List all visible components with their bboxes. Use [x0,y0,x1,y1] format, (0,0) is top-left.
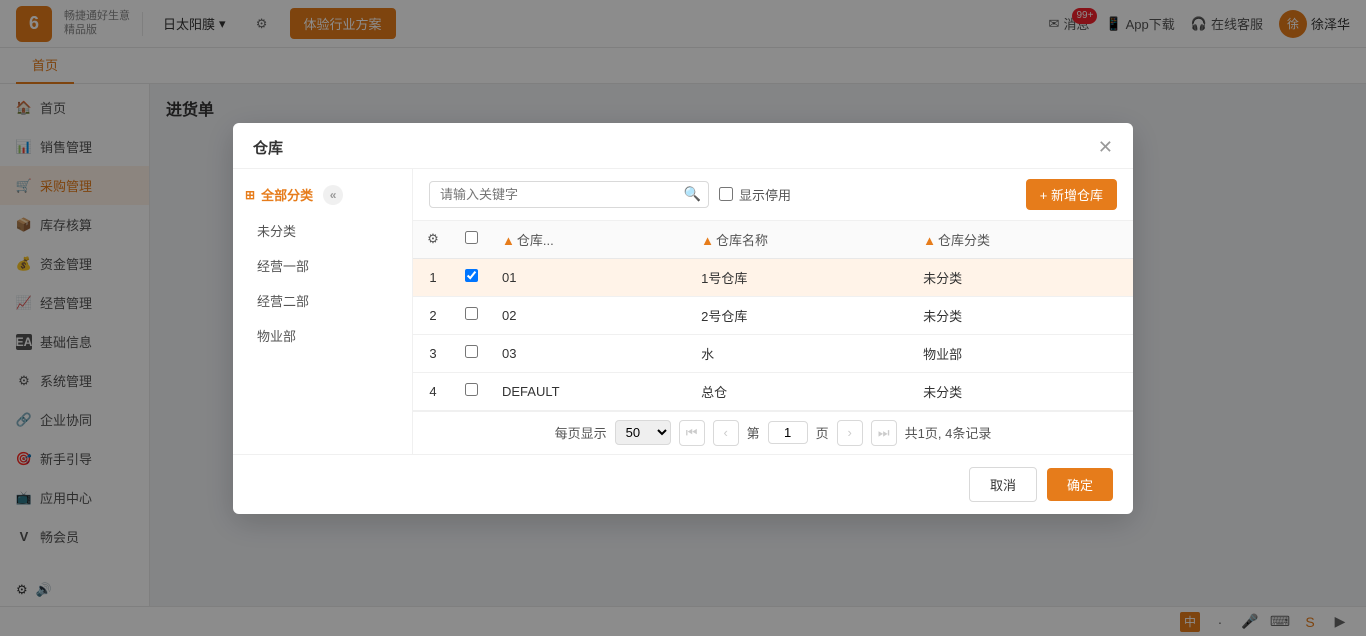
page-number-input[interactable] [768,421,808,444]
table-row[interactable]: 3 03 水 物业部 [413,334,1133,372]
row-checkbox[interactable] [453,372,490,410]
col-header-category: ▲仓库分类 [911,221,1133,259]
prev-page-button[interactable]: ‹ [713,420,739,446]
row-checkbox[interactable] [453,334,490,372]
col-header-no: ▲仓库... [490,221,689,259]
row-index: 2 [413,296,453,334]
row-no: 01 [490,258,689,296]
total-info: 共1页, 4条记录 [905,423,992,442]
row-category: 物业部 [911,334,1133,372]
row-category: 未分类 [911,258,1133,296]
row-category: 未分类 [911,296,1133,334]
row-no: 02 [490,296,689,334]
row-checkbox[interactable] [453,258,490,296]
page-di-label: 第 [747,423,760,442]
row-name: 1号仓库 [689,258,911,296]
category-item-ops1[interactable]: 经营一部 [233,248,412,283]
modal-main-area: 🔍 显示停用 + 新增仓库 ⚙ [413,169,1133,454]
modal-actions: 取消 确定 [233,454,1133,514]
category-item-property[interactable]: 物业部 [233,318,412,353]
warehouse-modal: 仓库 ✕ ⊞ 全部分类 « 未分类 经营一部 经营二部 物业部 [233,123,1133,514]
row-name: 水 [689,334,911,372]
gear-icon: ⚙ [427,231,439,246]
search-icon: 🔍 [684,186,701,203]
search-wrap: 🔍 [429,181,709,208]
warehouse-table: ⚙ ▲仓库... ▲仓库名称 ▲仓库分类 1 01 1号仓库 未分类 2 [413,221,1133,411]
first-page-button[interactable]: ⏮ [679,420,705,446]
per-page-label: 每页显示 [555,423,607,442]
last-page-button[interactable]: ⏭ [871,420,897,446]
row-category: 未分类 [911,372,1133,410]
col-header-checkbox [453,221,490,259]
modal-body: ⊞ 全部分类 « 未分类 经营一部 经营二部 物业部 🔍 [233,169,1133,454]
show-disabled-label[interactable]: 显示停用 [719,185,791,204]
cancel-button[interactable]: 取消 [969,467,1037,502]
col-header-gear: ⚙ [413,221,453,259]
modal-category-sidebar: ⊞ 全部分类 « 未分类 经营一部 经营二部 物业部 [233,169,413,454]
row-index: 3 [413,334,453,372]
col-header-name: ▲仓库名称 [689,221,911,259]
next-page-button[interactable]: › [837,420,863,446]
modal-overlay: 仓库 ✕ ⊞ 全部分类 « 未分类 经营一部 经营二部 物业部 [0,0,1366,636]
grid-icon: ⊞ [245,188,255,202]
table-row[interactable]: 4 DEFAULT 总仓 未分类 [413,372,1133,410]
search-input[interactable] [429,181,709,208]
category-item-uncategorized[interactable]: 未分类 [233,213,412,248]
modal-toolbar: 🔍 显示停用 + 新增仓库 [413,169,1133,221]
row-name: 总仓 [689,372,911,410]
select-all-checkbox[interactable] [465,231,478,244]
collapse-button[interactable]: « [323,185,343,205]
per-page-select[interactable]: 50 10 20 100 [615,420,671,445]
modal-close-button[interactable]: ✕ [1098,138,1113,156]
row-no: DEFAULT [490,372,689,410]
all-categories-header[interactable]: ⊞ 全部分类 « [233,177,412,213]
category-item-ops2[interactable]: 经营二部 [233,283,412,318]
pagination-bar: 每页显示 50 10 20 100 ⏮ ‹ 第 页 › ⏭ 共1页, 4条记录 [413,411,1133,454]
row-index: 4 [413,372,453,410]
modal-header: 仓库 ✕ [233,123,1133,169]
confirm-button[interactable]: 确定 [1047,468,1113,501]
row-name: 2号仓库 [689,296,911,334]
modal-title: 仓库 [253,137,283,158]
row-no: 03 [490,334,689,372]
table-row[interactable]: 2 02 2号仓库 未分类 [413,296,1133,334]
show-disabled-checkbox[interactable] [719,187,733,201]
row-index: 1 [413,258,453,296]
page-label: 页 [816,423,829,442]
row-checkbox[interactable] [453,296,490,334]
table-row[interactable]: 1 01 1号仓库 未分类 [413,258,1133,296]
modal-table-wrap: ⚙ ▲仓库... ▲仓库名称 ▲仓库分类 1 01 1号仓库 未分类 2 [413,221,1133,411]
add-warehouse-button[interactable]: + 新增仓库 [1026,179,1117,210]
